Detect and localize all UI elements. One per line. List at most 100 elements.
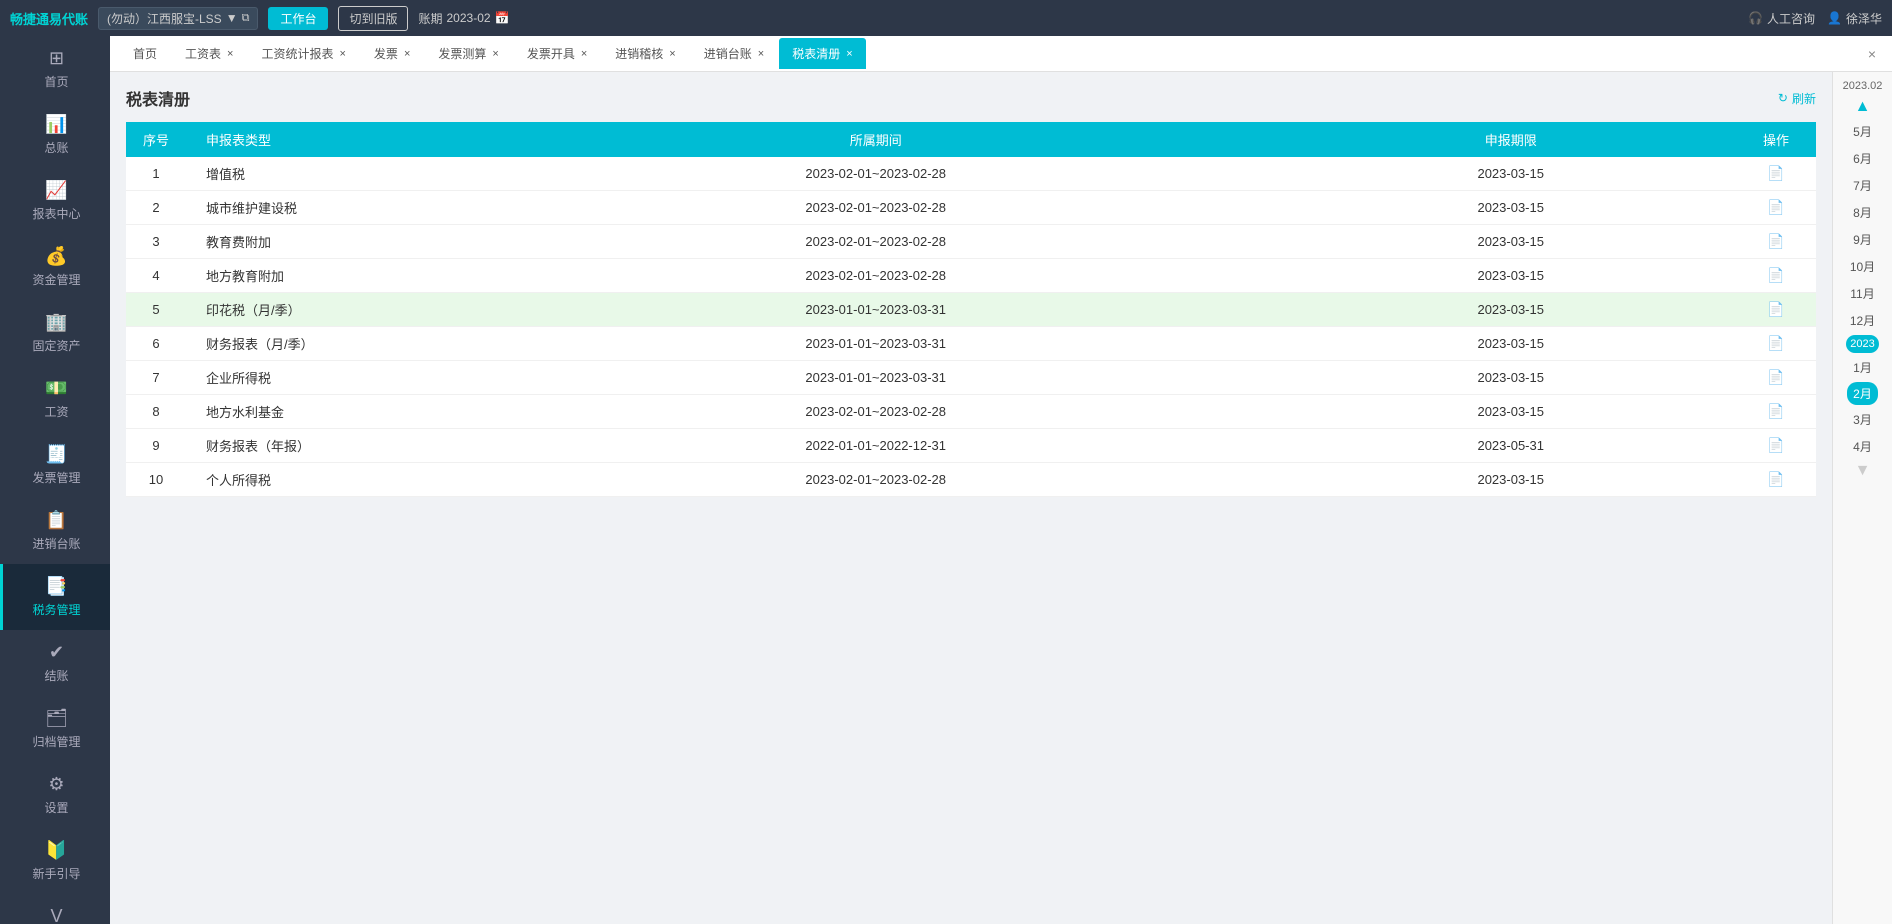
refresh-button[interactable]: ↻ 刷新 [1778,90,1816,107]
cell-action: 📄 [1736,395,1816,429]
sidebar-label-general-ledger: 总账 [44,139,68,156]
ym-month-1[interactable]: 1月 [1833,354,1892,381]
tab-close-purchase-verify[interactable]: × [669,48,675,60]
reconcile-icon: ✔ [49,642,64,663]
ym-month-12[interactable]: 12月 [1833,307,1892,334]
ym-month-9[interactable]: 9月 [1833,226,1892,253]
workbench-button[interactable]: 工作台 [268,7,328,30]
assets-icon: 🏢 [45,312,67,333]
table-row: 4 地方教育附加 2023-02-01~2023-02-28 2023-03-1… [126,259,1816,293]
tab-purchase-ledger[interactable]: 进销台账 × [691,38,777,69]
tab-tax-register[interactable]: 税表清册 × [779,38,865,69]
cell-no: 5 [126,293,186,327]
tab-purchase-verify[interactable]: 进销稽核 × [602,38,688,69]
cell-type: 印花税（月/季） [186,293,466,327]
ym-month-3[interactable]: 3月 [1833,406,1892,433]
ym-month-10[interactable]: 10月 [1833,253,1892,280]
sidebar-item-vip[interactable]: V 畅会员 [0,894,110,924]
cell-deadline: 2023-03-15 [1285,463,1736,497]
tab-close-invoice-check[interactable]: × [492,48,498,60]
sidebar-item-tax-management[interactable]: 📑 税务管理 [0,564,110,630]
sidebar-item-fund-management[interactable]: 💰 资金管理 [0,234,110,300]
sidebar-item-purchase-sales[interactable]: 📋 进销台账 [0,498,110,564]
col-header-period: 所属期间 [466,122,1285,157]
cell-period: 2023-01-01~2023-03-31 [466,327,1285,361]
ym-month-8[interactable]: 8月 [1833,199,1892,226]
support-btn[interactable]: 🎧 人工咨询 [1748,10,1815,27]
headset-icon: 🎧 [1748,11,1763,25]
cell-type: 教育费附加 [186,225,466,259]
cell-deadline: 2023-03-15 [1285,259,1736,293]
tab-close-invoice-open[interactable]: × [581,48,587,60]
sidebar-item-home[interactable]: ⊞ 首页 [0,36,110,102]
ym-month-2-active[interactable]: 2月 [1847,382,1878,405]
cell-deadline: 2023-05-31 [1285,429,1736,463]
main-layout: ⊞ 首页 📊 总账 📈 报表中心 💰 资金管理 🏢 固定资产 💵 工资 🧾 发票… [0,36,1892,924]
ym-month-11[interactable]: 11月 [1833,280,1892,307]
ym-month-4[interactable]: 4月 [1833,433,1892,460]
ym-scroll-up-btn[interactable]: ▲ [1853,96,1873,118]
ym-year-2023[interactable]: 2023 [1846,335,1878,353]
table-row: 3 教育费附加 2023-02-01~2023-02-28 2023-03-15… [126,225,1816,259]
cell-type: 个人所得税 [186,463,466,497]
tab-payroll-stats[interactable]: 工资统计报表 × [248,38,358,69]
cell-no: 8 [126,395,186,429]
tab-close-purchase-ledger[interactable]: × [758,48,764,60]
action-icon-8[interactable]: 📄 [1767,403,1784,419]
company-selector[interactable]: (勿动）江西服宝-LSS ▼ ⧉ [98,7,258,30]
tab-close-payroll-table[interactable]: × [227,48,233,60]
top-bar-right: 🎧 人工咨询 👤 徐泽华 [1748,10,1882,27]
sidebar-item-report-center[interactable]: 📈 报表中心 [0,168,110,234]
tab-close-tax-register[interactable]: × [846,48,852,60]
action-icon-10[interactable]: 📄 [1767,471,1784,487]
cell-type: 城市维护建设税 [186,191,466,225]
sidebar-item-general-ledger[interactable]: 📊 总账 [0,102,110,168]
action-icon-2[interactable]: 📄 [1767,199,1784,215]
action-icon-9[interactable]: 📄 [1767,437,1784,453]
tab-invoice-open[interactable]: 发票开具 × [514,38,600,69]
sidebar-item-settings[interactable]: ⚙ 设置 [0,762,110,828]
close-all-tabs-btn[interactable]: × [1862,46,1882,62]
cell-period: 2022-01-01~2022-12-31 [466,429,1285,463]
action-icon-4[interactable]: 📄 [1767,267,1784,283]
action-icon-7[interactable]: 📄 [1767,369,1784,385]
table-row: 1 增值税 2023-02-01~2023-02-28 2023-03-15 📄 [126,157,1816,191]
cell-action: 📄 [1736,361,1816,395]
report-icon: 📈 [45,180,67,201]
action-icon-3[interactable]: 📄 [1767,233,1784,249]
top-bar: 畅捷通易代账 (勿动）江西服宝-LSS ▼ ⧉ 工作台 切到旧版 账期 2023… [0,0,1892,36]
ym-panel-header: 2023.02 [1841,76,1885,96]
sidebar-label-tax: 税务管理 [32,601,80,618]
cell-period: 2023-02-01~2023-02-28 [466,191,1285,225]
sidebar-item-invoice-management[interactable]: 🧾 发票管理 [0,432,110,498]
col-header-type: 申报表类型 [186,122,466,157]
action-icon-1[interactable]: 📄 [1767,165,1784,181]
cell-action: 📄 [1736,157,1816,191]
user-name: 徐泽华 [1846,10,1882,27]
sidebar-item-archive[interactable]: 🗂 归档管理 [0,696,110,762]
tab-home[interactable]: 首页 [120,38,170,69]
tab-close-invoice[interactable]: × [404,48,410,60]
tab-payroll-table[interactable]: 工资表 × [172,38,246,69]
ym-month-7[interactable]: 7月 [1833,172,1892,199]
sidebar-label-guide: 新手引导 [32,865,80,882]
action-icon-5[interactable]: 📄 [1767,301,1784,317]
col-header-action: 操作 [1736,122,1816,157]
user-menu[interactable]: 👤 徐泽华 [1827,10,1882,27]
sidebar-item-fixed-assets[interactable]: 🏢 固定资产 [0,300,110,366]
tab-invoice[interactable]: 发票 × [361,38,423,69]
content-area: 首页 工资表 × 工资统计报表 × 发票 × 发票测算 × 发票开具 × [110,36,1892,924]
cell-no: 3 [126,225,186,259]
cell-deadline: 2023-03-15 [1285,395,1736,429]
action-icon-6[interactable]: 📄 [1767,335,1784,351]
switch-old-button[interactable]: 切到旧版 [338,6,408,31]
ym-scroll-down-btn[interactable]: ▼ [1853,460,1873,482]
sidebar-item-newbie-guide[interactable]: 🔰 新手引导 [0,828,110,894]
period-label: 账期 2023-02 📅 [418,10,509,27]
tab-close-payroll-stats[interactable]: × [339,48,345,60]
tab-invoice-check[interactable]: 发票测算 × [425,38,511,69]
sidebar-item-payroll[interactable]: 💵 工资 [0,366,110,432]
sidebar-item-reconciliation[interactable]: ✔ 结账 [0,630,110,696]
ym-month-6[interactable]: 6月 [1833,145,1892,172]
ym-month-5[interactable]: 5月 [1833,118,1892,145]
